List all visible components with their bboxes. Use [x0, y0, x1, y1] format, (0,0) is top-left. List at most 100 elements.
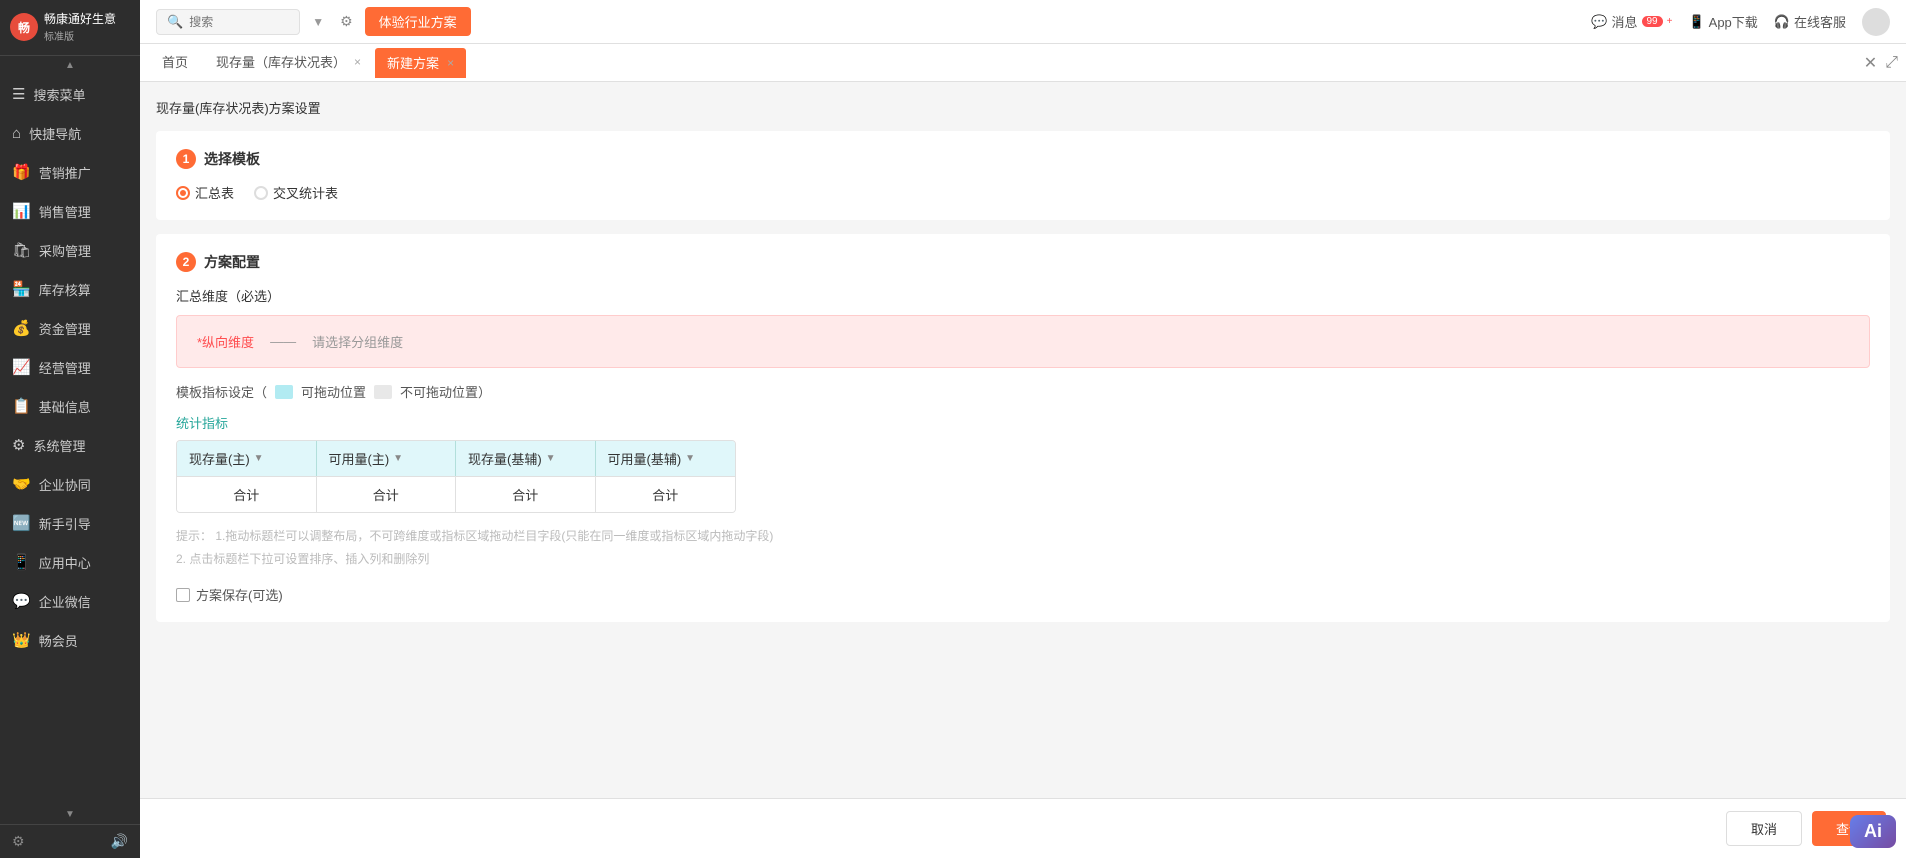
radio-cross[interactable]: 交叉统计表 — [254, 183, 338, 202]
logo-icon: 畅 — [10, 13, 38, 41]
sidebar-item-finance[interactable]: 💰 资金管理 — [0, 309, 140, 348]
user-avatar[interactable] — [1862, 8, 1890, 36]
dimension-placeholder: 请选择分组维度 — [312, 332, 403, 351]
tab-new-scheme[interactable]: 新建方案 × — [375, 48, 466, 78]
sidebar-item-quick-nav[interactable]: ⌂ 快捷导航 — [0, 114, 140, 153]
col-header-3[interactable]: 可用量(基辅) ▼ — [596, 441, 736, 476]
message-badge-plus: + — [1667, 16, 1673, 27]
logo-text: 畅康通好生意 标准版 — [44, 12, 116, 43]
agg-dimension-label: 汇总维度（必选） — [176, 286, 1870, 305]
message-icon: 💬 — [1591, 14, 1607, 30]
col-header-3-chevron[interactable]: ▼ — [685, 453, 695, 464]
sidebar-item-member[interactable]: 👑 畅会员 — [0, 621, 140, 660]
new-icon: 🆕 — [12, 514, 31, 532]
col-header-1[interactable]: 可用量(主) ▼ — [317, 441, 457, 476]
gear-icon: ⚙ — [12, 436, 25, 454]
search-icon: 🔍 — [167, 14, 183, 30]
tab-inventory-status[interactable]: 现存量（库存状况表） × — [202, 44, 375, 81]
tab-expand-btn[interactable]: ⤢ — [1885, 54, 1898, 72]
chart-icon: 📊 — [12, 202, 31, 220]
sidebar-item-marketing[interactable]: 🎁 营销推广 — [0, 153, 140, 192]
cancel-button[interactable]: 取消 — [1726, 811, 1802, 846]
sidebar-item-label: 经营管理 — [39, 358, 91, 377]
stats-section-label: 统计指标 — [176, 413, 1870, 432]
headset-icon: 🎧 — [1774, 14, 1790, 30]
template-indicator-label: 模板指标设定（ — [176, 382, 267, 401]
dimension-dash: —— — [270, 334, 296, 349]
chat-icon: 💬 — [12, 592, 31, 610]
sidebar-item-label: 搜索菜单 — [33, 85, 85, 104]
sidebar-item-enterprise[interactable]: 🤝 企业协同 — [0, 465, 140, 504]
ai-badge[interactable]: Ai — [1850, 815, 1896, 848]
sidebar-item-basic-info[interactable]: 📋 基础信息 — [0, 387, 140, 426]
sidebar-item-purchase[interactable]: 🛍 采购管理 — [0, 231, 140, 270]
sidebar-item-enterprise-wx[interactable]: 💬 企业微信 — [0, 582, 140, 621]
tab-close-btn[interactable]: ✕ — [1864, 53, 1877, 73]
col-header-1-label: 可用量(主) — [329, 449, 390, 468]
settings-icon[interactable]: ⚙ — [12, 833, 25, 850]
mobile-icon: 📱 — [12, 553, 31, 571]
online-service-btn[interactable]: 🎧 在线客服 — [1774, 12, 1846, 31]
sidebar-scroll-down[interactable]: ▼ — [0, 805, 140, 824]
list-icon: 📋 — [12, 397, 31, 415]
col-header-1-chevron[interactable]: ▼ — [393, 453, 403, 464]
sidebar-scroll-up[interactable]: ▲ — [0, 56, 140, 75]
trial-btn[interactable]: 体验行业方案 — [365, 7, 471, 36]
section-step1: 1 选择模板 汇总表 交叉统计表 — [156, 131, 1890, 220]
cell-0-0: 合计 — [177, 476, 317, 512]
footer-bar: 取消 查询 — [140, 798, 1906, 858]
search-input[interactable] — [189, 15, 289, 29]
cell-0-2: 合计 — [456, 476, 596, 512]
col-header-2-chevron[interactable]: ▼ — [546, 453, 556, 464]
col-header-2-label: 现存量(基辅) — [468, 449, 542, 468]
sidebar-item-sales[interactable]: 📊 销售管理 — [0, 192, 140, 231]
topbar: 🔍 ▼ ⚙ 体验行业方案 💬 消息 99 + 📱 App下载 🎧 在线客服 — [140, 0, 1906, 44]
col-header-0[interactable]: 现存量(主) ▼ — [177, 441, 317, 476]
sidebar-item-sys-manage[interactable]: ⚙ 系统管理 — [0, 426, 140, 465]
sidebar-item-inventory[interactable]: 🏪 库存核算 — [0, 270, 140, 309]
tip-0: 提示： 1.拖动标题栏可以调整布局，不可跨维度或指标区域拖动栏目字段(只能在同一… — [176, 527, 1870, 545]
sidebar-item-label: 采购管理 — [39, 241, 91, 260]
tabbar-right: ✕ ⤢ — [1864, 53, 1898, 73]
tab-home[interactable]: 首页 — [148, 44, 202, 81]
search-dropdown-icon[interactable]: ▼ — [312, 15, 324, 29]
radio-summary[interactable]: 汇总表 — [176, 183, 234, 202]
audio-icon[interactable]: 🔊 — [111, 833, 128, 850]
bag-icon: 🛍 — [12, 241, 31, 259]
topbar-right: 💬 消息 99 + 📱 App下载 🎧 在线客服 — [1591, 8, 1890, 36]
handshake-icon: 🤝 — [12, 475, 31, 493]
tip-1: 2. 点击标题栏下拉可设置排序、插入列和删除列 — [176, 550, 1870, 568]
sidebar-nav: ☰ 搜索菜单 ⌂ 快捷导航 🎁 营销推广 📊 销售管理 🛍 采购管理 🏪 库存核… — [0, 75, 140, 805]
radio-summary-dot — [180, 190, 186, 196]
sidebar-item-label: 企业微信 — [39, 592, 91, 611]
radio-summary-circle — [176, 186, 190, 200]
sidebar-item-label: 系统管理 — [33, 436, 85, 455]
sidebar-item-label: 应用中心 — [39, 553, 91, 572]
save-checkbox[interactable] — [176, 588, 190, 602]
app-download-btn[interactable]: 📱 App下载 — [1688, 12, 1757, 31]
search-box[interactable]: 🔍 — [156, 9, 300, 35]
sidebar-item-operation[interactable]: 📈 经营管理 — [0, 348, 140, 387]
tips-section: 提示： 1.拖动标题栏可以调整布局，不可跨维度或指标区域拖动栏目字段(只能在同一… — [176, 527, 1870, 568]
step2-label: 方案配置 — [204, 252, 260, 272]
sidebar-item-app-center[interactable]: 📱 应用中心 — [0, 543, 140, 582]
dimension-selector[interactable]: *纵向维度 —— 请选择分组维度 — [176, 315, 1870, 368]
draggable-label: 可拖动位置 — [301, 382, 366, 401]
sidebar-item-new-guide[interactable]: 🆕 新手引导 — [0, 504, 140, 543]
sidebar-footer: ⚙ 🔊 — [0, 824, 140, 858]
sidebar-item-label: 营销推广 — [39, 163, 91, 182]
radio-cross-label: 交叉统计表 — [273, 183, 338, 202]
step2-header: 2 方案配置 — [176, 252, 1870, 272]
tab-inventory-status-close[interactable]: × — [354, 55, 361, 69]
stats-table: 现存量(主) ▼ 可用量(主) ▼ 现存量(基辅) ▼ 可用量(基辅) — [176, 440, 736, 513]
crown-icon: 👑 — [12, 631, 31, 649]
col-header-0-chevron[interactable]: ▼ — [254, 453, 264, 464]
draggable-indicator — [275, 385, 293, 399]
message-btn[interactable]: 💬 消息 99 + — [1591, 12, 1672, 31]
tab-new-scheme-close[interactable]: × — [447, 56, 454, 70]
sidebar-item-label: 新手引导 — [39, 514, 91, 533]
col-header-2[interactable]: 现存量(基辅) ▼ — [456, 441, 596, 476]
topbar-gear-icon[interactable]: ⚙ — [340, 13, 353, 30]
sidebar-item-search-menu[interactable]: ☰ 搜索菜单 — [0, 75, 140, 114]
save-checkbox-label: 方案保存(可选) — [196, 585, 283, 604]
